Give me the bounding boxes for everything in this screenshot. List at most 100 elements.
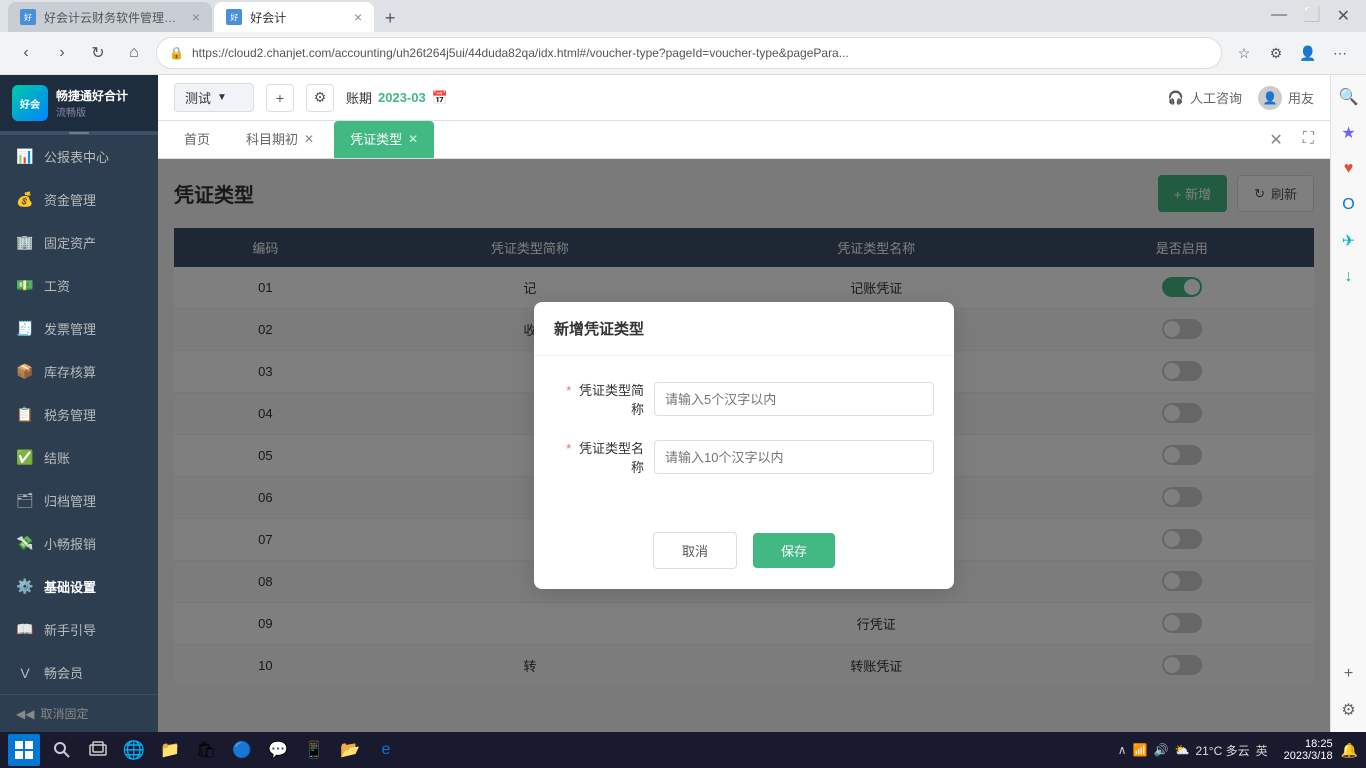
sidebar-item-fixed-assets[interactable]: 🏢 固定资产 (0, 221, 158, 264)
close-panel-btn[interactable]: ✕ (1263, 130, 1288, 150)
restore-btn[interactable]: ⬜ (1303, 6, 1320, 26)
right-settings-icon[interactable]: ⚙ (1335, 696, 1363, 724)
minimize-btn[interactable]: — (1271, 6, 1287, 26)
extensions-btn[interactable]: ⚙ (1262, 39, 1290, 67)
save-button[interactable]: 保存 (753, 533, 835, 568)
sidebar-item-salary[interactable]: 💵 工资 (0, 264, 158, 307)
taskbar-folder-icon[interactable]: 📂 (336, 736, 364, 764)
new-tab-button[interactable]: + (376, 4, 404, 32)
right-plus-icon[interactable]: + (1335, 660, 1363, 688)
period-label: 账期 (346, 88, 372, 107)
consult-label: 人工咨询 (1190, 88, 1242, 107)
browser-tab-2[interactable]: 好 好会计 × (214, 2, 374, 32)
workspace-selector[interactable]: 测试 ▼ (174, 83, 254, 112)
workspace-name: 测试 (185, 88, 211, 107)
browser-tab-1[interactable]: 好 好会计云财务软件管理系统_会计 × (8, 2, 212, 32)
name-input[interactable] (654, 440, 934, 474)
tab-close-2[interactable]: × (354, 9, 362, 25)
sidebar-item-label: 结账 (44, 448, 70, 467)
taskbar-weather-text: 21°C 多云 (1195, 742, 1249, 759)
calendar-icon[interactable]: 📅 (432, 90, 448, 106)
taskbar-chrome-icon[interactable]: 🔵 (228, 736, 256, 764)
period-value: 2023-03 (378, 90, 426, 105)
settings-btn[interactable]: ⚙ (306, 84, 334, 112)
right-panel: 🔍 ★ ♥ O ✈ ↓ + ⚙ (1330, 75, 1366, 732)
consult-button[interactable]: 🎧 人工咨询 (1168, 88, 1242, 107)
announcement-icon: 📊 (16, 148, 34, 166)
workspace-dropdown-icon: ▼ (217, 92, 227, 103)
taskbar-date-label: 2023/3/18 (1284, 750, 1333, 762)
home-button[interactable]: ⌂ (120, 39, 148, 67)
invoice-icon: 🧾 (16, 320, 34, 338)
sidebar-item-announcement[interactable]: 📊 公报表中心 (0, 135, 158, 178)
sidebar-item-archive[interactable]: 🗂 归档管理 (0, 479, 158, 522)
modal-footer: 取消 保存 (534, 520, 954, 589)
right-bookmark-icon[interactable]: ★ (1335, 119, 1363, 147)
bookmark-btn[interactable]: ☆ (1230, 39, 1258, 67)
tab-close-1[interactable]: × (192, 9, 200, 25)
taskbar-multitask-icon[interactable] (84, 736, 112, 764)
sidebar-item-settings[interactable]: ⚙️ 基础设置 (0, 565, 158, 608)
sidebar-item-label: 归档管理 (44, 491, 96, 510)
close-btn[interactable]: ✕ (1337, 6, 1350, 26)
tab-subject[interactable]: 科目期初 ✕ (230, 121, 330, 158)
taskbar-edge-icon[interactable]: 🌐 (120, 736, 148, 764)
refresh-button[interactable]: ↻ (84, 39, 112, 67)
taskbar-weather-icon: ⛅ (1175, 743, 1190, 757)
tab-voucher-type[interactable]: 凭证类型 ✕ (334, 121, 434, 158)
right-history-icon[interactable]: ♥ (1335, 155, 1363, 183)
taskbar-app-icon[interactable]: 📱 (300, 736, 328, 764)
toolbar-right: 🎧 人工咨询 👤 用友 (1168, 86, 1314, 110)
profile-btn[interactable]: 👤 (1294, 39, 1322, 67)
period-info: 账期 2023-03 📅 (346, 88, 448, 107)
right-search-icon[interactable]: 🔍 (1335, 83, 1363, 111)
user-info[interactable]: 👤 用友 (1258, 86, 1314, 110)
expand-panel-btn[interactable]: ⛶ (1297, 130, 1320, 150)
taskbar-search-icon[interactable] (48, 736, 76, 764)
right-outlook-icon[interactable]: O (1335, 191, 1363, 219)
form-row-name: * 凭证类型名称 (554, 438, 934, 476)
modal-title: 新增凭证类型 (554, 318, 644, 339)
sidebar-item-tax[interactable]: 📋 税务管理 (0, 393, 158, 436)
brand-sub: 流畅版 (56, 104, 128, 119)
headset-icon: 🎧 (1168, 90, 1184, 106)
tab-voucher-close[interactable]: ✕ (408, 132, 418, 146)
menu-btn[interactable]: ⋯ (1326, 39, 1354, 67)
sidebar-item-inventory[interactable]: 📦 库存核算 (0, 350, 158, 393)
taskbar: 🌐 📁 🛍 🔵 💬 📱 📂 e ∧ 📶 🔊 ⛅ 21°C 多云 英 18:25 … (0, 732, 1366, 768)
sidebar-item-expense[interactable]: 💸 小畅报销 (0, 522, 158, 565)
taskbar-start-btn[interactable] (8, 734, 40, 766)
taskbar-browser-icon[interactable]: e (372, 736, 400, 764)
forward-button[interactable]: › (48, 39, 76, 67)
abbr-label: * 凭证类型简称 (554, 380, 654, 418)
fixed-assets-icon: 🏢 (16, 234, 34, 252)
cancel-button[interactable]: 取消 (653, 532, 737, 569)
sidebar-item-invoice[interactable]: 🧾 发票管理 (0, 307, 158, 350)
right-send-icon[interactable]: ✈ (1335, 227, 1363, 255)
abbr-input[interactable] (654, 382, 934, 416)
right-download-icon[interactable]: ↓ (1335, 263, 1363, 291)
taskbar-store-icon[interactable]: 🛍 (192, 736, 220, 764)
tab-home[interactable]: 首页 (168, 121, 226, 158)
sidebar-item-guide[interactable]: 📖 新手引导 (0, 608, 158, 651)
taskbar-up-icon[interactable]: ∧ (1118, 743, 1127, 757)
capital-icon: 💰 (16, 191, 34, 209)
required-star-2: * (566, 441, 571, 456)
sidebar-item-checkout[interactable]: ✅ 结账 (0, 436, 158, 479)
sidebar-item-member[interactable]: V 畅会员 (0, 651, 158, 694)
tab-favicon-1: 好 (20, 9, 36, 25)
back-button[interactable]: ‹ (12, 39, 40, 67)
sidebar-item-capital[interactable]: 💰 资金管理 (0, 178, 158, 221)
taskbar-time[interactable]: 18:25 2023/3/18 (1284, 738, 1333, 762)
address-bar[interactable]: 🔒 https://cloud2.chanjet.com/accounting/… (156, 37, 1222, 69)
add-workspace-btn[interactable]: + (266, 84, 294, 112)
tab-label-2: 好会计 (250, 9, 286, 26)
salary-icon: 💵 (16, 277, 34, 295)
tab-subject-close[interactable]: ✕ (304, 132, 314, 146)
taskbar-notification-icon[interactable]: 🔔 (1341, 742, 1358, 759)
taskbar-file-icon[interactable]: 📁 (156, 736, 184, 764)
cancel-label: 取消 (682, 544, 708, 559)
sidebar-footer[interactable]: ◀◀ 取消固定 (0, 694, 158, 732)
taskbar-time-label: 18:25 (1305, 738, 1333, 750)
taskbar-wechat-icon[interactable]: 💬 (264, 736, 292, 764)
